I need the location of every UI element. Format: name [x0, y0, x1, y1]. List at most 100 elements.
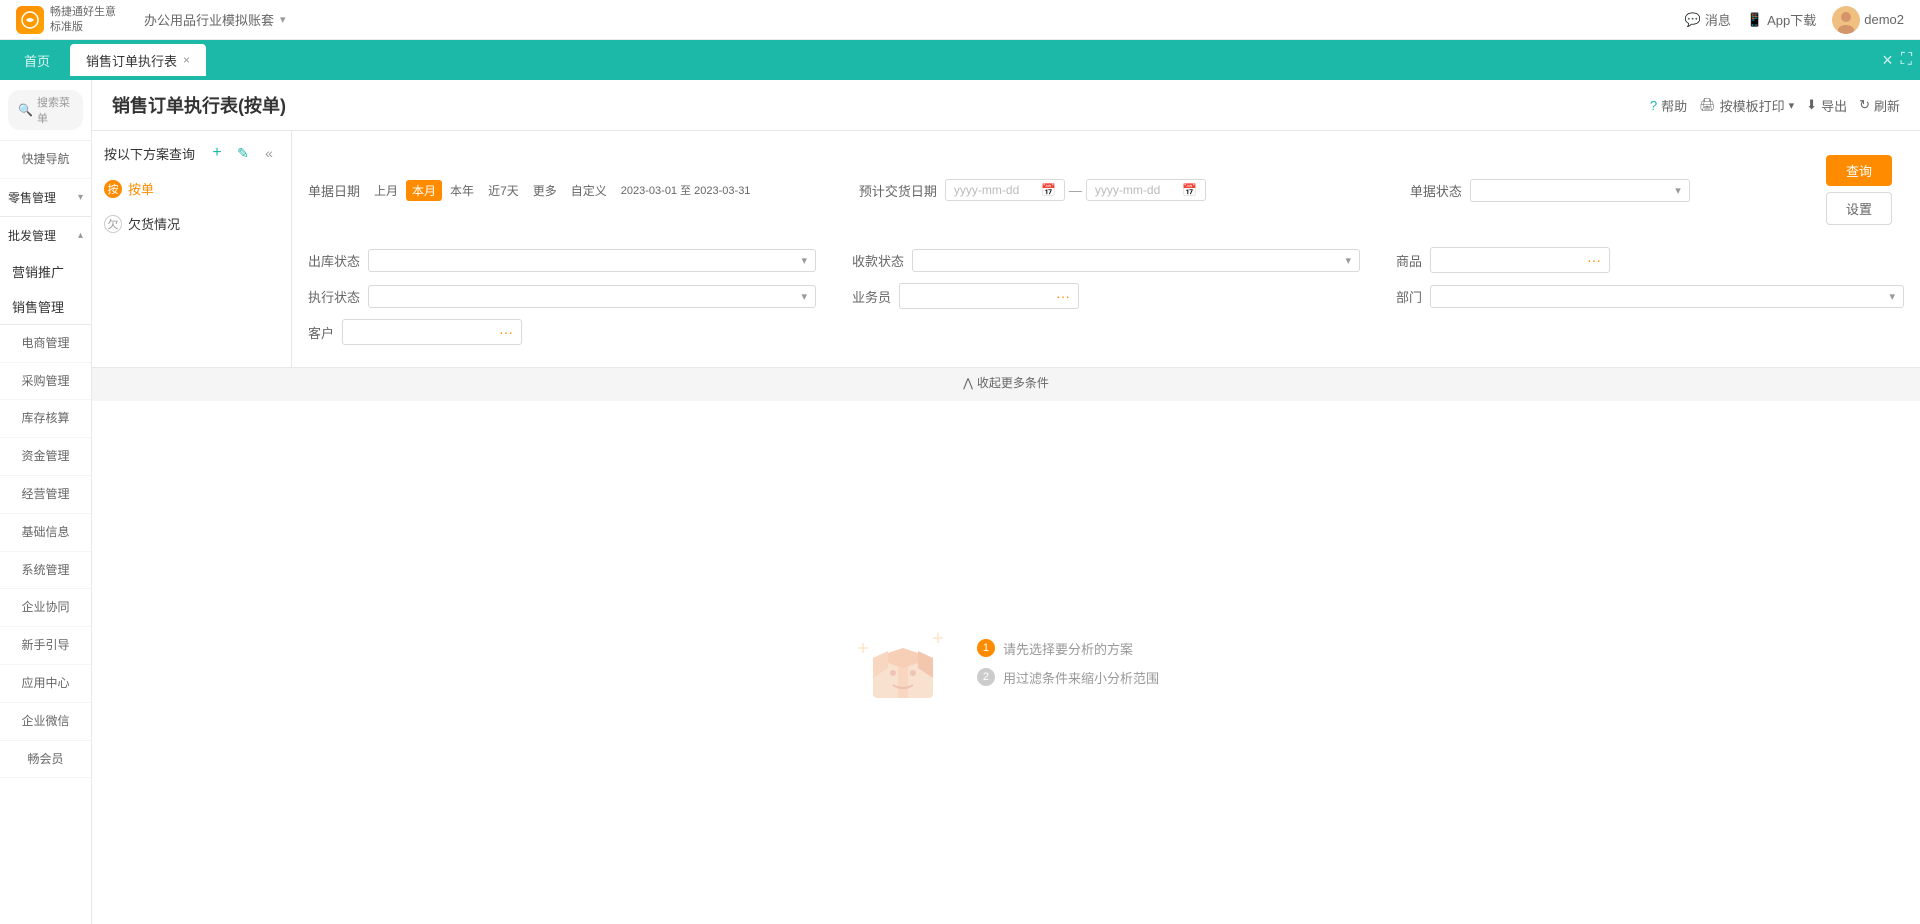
sidebar-group-retail: 零售管理 ▾ — [0, 179, 91, 217]
filter-status: 单据状态 ▾ — [1410, 179, 1814, 202]
sidebar-item-enterprise[interactable]: 企业协同 — [0, 589, 91, 627]
date-tab-this-month[interactable]: 本月 — [406, 180, 442, 201]
filter-salesperson: 业务员 ··· — [852, 283, 1360, 309]
sidebar-sub-sales[interactable]: 销售管理 — [0, 289, 91, 324]
sidebar-item-wholesale[interactable]: 批发管理 ▴ — [0, 217, 91, 254]
calendar-end-icon: 📅 — [1182, 183, 1197, 197]
sidebar-sub-marketing[interactable]: 营销推广 — [0, 254, 91, 289]
filter-row-4: 客户 ··· — [308, 319, 1904, 345]
empty-step-1: 1 请先选择要分析的方案 — [977, 639, 1159, 658]
logo-icon — [16, 6, 44, 34]
filter-dept: 部门 ▾ — [1396, 285, 1904, 308]
calendar-icon: 📅 — [1041, 183, 1056, 197]
ship-status-select[interactable]: ▾ — [368, 249, 816, 272]
filter-delivery-date: 预计交货日期 yyyy-mm-dd 📅 — yyyy-mm-dd 📅 — [859, 179, 1398, 201]
export-btn[interactable]: ⬇ 导出 — [1806, 96, 1847, 115]
salesperson-input[interactable]: ··· — [899, 283, 1079, 309]
logo-text: 畅捷通好生意 标准版 — [50, 5, 116, 34]
sidebar-item-retail[interactable]: 零售管理 ▾ — [0, 179, 91, 216]
customer-more-icon[interactable]: ··· — [499, 324, 513, 340]
filter-row-3: 执行状态 ▾ 业务员 ··· — [308, 283, 1904, 309]
user-area[interactable]: demo2 — [1832, 6, 1904, 34]
filter-main: 按以下方案查询 + ✎ « 按 按单 欠 欠货情况 — [92, 131, 1920, 367]
date-tab-recent7[interactable]: 近7天 — [482, 180, 525, 201]
filter-customer: 客户 ··· — [308, 319, 1904, 345]
exec-status-select[interactable]: ▾ — [368, 285, 816, 308]
sidebar-item-purchase[interactable]: 采购管理 — [0, 363, 91, 401]
tab-close-btn[interactable]: × — [183, 53, 190, 67]
dept-select[interactable]: ▾ — [1430, 285, 1904, 308]
collapse-bar[interactable]: ⋀ 收起更多条件 — [92, 367, 1920, 397]
tab-sales-order[interactable]: 销售订单执行表 × — [70, 44, 206, 76]
scheme-edit-btn[interactable]: ✎ — [233, 143, 253, 163]
scheme-add-btn[interactable]: + — [207, 143, 227, 163]
sidebar-item-ecommerce[interactable]: 电商管理 — [0, 325, 91, 363]
payment-status-select[interactable]: ▾ — [912, 249, 1360, 272]
tab-home[interactable]: 首页 — [8, 44, 66, 76]
sidebar-item-member[interactable]: 畅会员 — [0, 741, 91, 779]
status-select[interactable]: ▾ — [1470, 179, 1690, 202]
tab-maximize-btn[interactable]: ⛶ — [1901, 51, 1912, 69]
empty-illustration — [853, 613, 953, 713]
filter-exec-status: 执行状态 ▾ — [308, 285, 816, 308]
scheme-icon-press: 按 — [104, 180, 122, 198]
sidebar-item-newuser[interactable]: 新手引导 — [0, 627, 91, 665]
step-1-icon: 1 — [977, 639, 995, 657]
help-icon: ? — [1650, 98, 1657, 113]
goods-more-icon[interactable]: ··· — [1587, 252, 1601, 268]
sidebar-group-wholesale: 批发管理 ▴ 营销推广 销售管理 — [0, 217, 91, 325]
print-btn[interactable]: 🖨 按模板打印 ▾ — [1699, 96, 1794, 115]
scheme-actions: + ✎ « — [207, 143, 279, 163]
refresh-btn[interactable]: ↻ 刷新 — [1859, 96, 1900, 115]
sidebar-item-operation[interactable]: 经营管理 — [0, 476, 91, 514]
settings-button[interactable]: 设置 — [1826, 192, 1892, 225]
delivery-date-start[interactable]: yyyy-mm-dd 📅 — [945, 179, 1065, 201]
sidebar-item-finance[interactable]: 资金管理 — [0, 438, 91, 476]
top-bar: 畅捷通好生意 标准版 办公用品行业模拟账套 ▾ 💬 消息 📱 App下载 — [0, 0, 1920, 40]
action-buttons: 查询 设置 — [1826, 143, 1904, 237]
industry-title[interactable]: 办公用品行业模拟账套 ▾ — [144, 10, 286, 29]
date-tabs: 上月 本月 本年 近7天 更多 自定义 — [368, 180, 613, 201]
chevron-icon: ▾ — [78, 192, 83, 203]
delivery-date-control: yyyy-mm-dd 📅 — yyyy-mm-dd 📅 — [945, 179, 1398, 201]
query-button[interactable]: 查询 — [1826, 155, 1892, 186]
search-input[interactable]: 🔍 搜索菜单 — [8, 90, 83, 130]
top-bar-left: 畅捷通好生意 标准版 办公用品行业模拟账套 ▾ — [16, 5, 286, 34]
sidebar-item-system[interactable]: 系统管理 — [0, 552, 91, 590]
app-icon: 📱 — [1747, 12, 1763, 28]
sidebar-item-wechat[interactable]: 企业微信 — [0, 703, 91, 741]
scheme-panel-title: 按以下方案查询 + ✎ « — [92, 143, 291, 171]
payment-dropdown-icon: ▾ — [1345, 254, 1351, 267]
sidebar: 🔍 搜索菜单 快捷导航 零售管理 ▾ 批发管理 ▴ 营销推广 销售管理 — [0, 80, 92, 924]
exec-dropdown-icon: ▾ — [801, 290, 807, 303]
scheme-collapse-btn[interactable]: « — [259, 143, 279, 163]
date-tab-prev-month[interactable]: 上月 — [368, 180, 404, 201]
message-btn[interactable]: 💬 消息 — [1685, 10, 1731, 29]
sidebar-item-apps[interactable]: 应用中心 — [0, 665, 91, 703]
date-tab-custom[interactable]: 自定义 — [565, 180, 613, 201]
sidebar-item-inventory[interactable]: 库存核算 — [0, 400, 91, 438]
filter-goods: 商品 ··· — [1396, 247, 1904, 273]
filter-ship-status: 出库状态 ▾ — [308, 249, 816, 272]
delivery-date-end[interactable]: yyyy-mm-dd 📅 — [1086, 179, 1206, 201]
help-btn[interactable]: ? 帮助 — [1650, 96, 1687, 115]
goods-input[interactable]: ··· — [1430, 247, 1610, 273]
page-header-actions: ? 帮助 🖨 按模板打印 ▾ ⬇ 导出 ↻ 刷新 — [1650, 96, 1900, 127]
salesperson-more-icon[interactable]: ··· — [1056, 288, 1070, 304]
export-icon: ⬇ — [1806, 97, 1817, 113]
top-bar-right: 💬 消息 📱 App下载 demo2 — [1685, 6, 1904, 34]
sidebar-item-basic[interactable]: 基础信息 — [0, 514, 91, 552]
tab-bar-actions: × ⛶ — [1882, 50, 1912, 71]
refresh-icon: ↻ — [1859, 97, 1870, 113]
filter-row-1: 单据日期 上月 本月 本年 近7天 更多 自定义 20 — [308, 143, 1904, 237]
customer-input[interactable]: ··· — [342, 319, 522, 345]
scheme-item-debt[interactable]: 欠 欠货情况 — [92, 206, 291, 241]
app-download-btn[interactable]: 📱 App下载 — [1747, 10, 1816, 29]
date-tab-this-year[interactable]: 本年 — [444, 180, 480, 201]
sidebar-item-quicknav[interactable]: 快捷导航 — [0, 141, 91, 179]
logo-area: 畅捷通好生意 标准版 — [16, 5, 116, 34]
tab-close-window-btn[interactable]: × — [1882, 50, 1893, 71]
date-tab-more[interactable]: 更多 — [527, 180, 563, 201]
filter-section: 按以下方案查询 + ✎ « 按 按单 欠 欠货情况 — [92, 131, 1920, 397]
scheme-item-press[interactable]: 按 按单 — [92, 171, 291, 206]
